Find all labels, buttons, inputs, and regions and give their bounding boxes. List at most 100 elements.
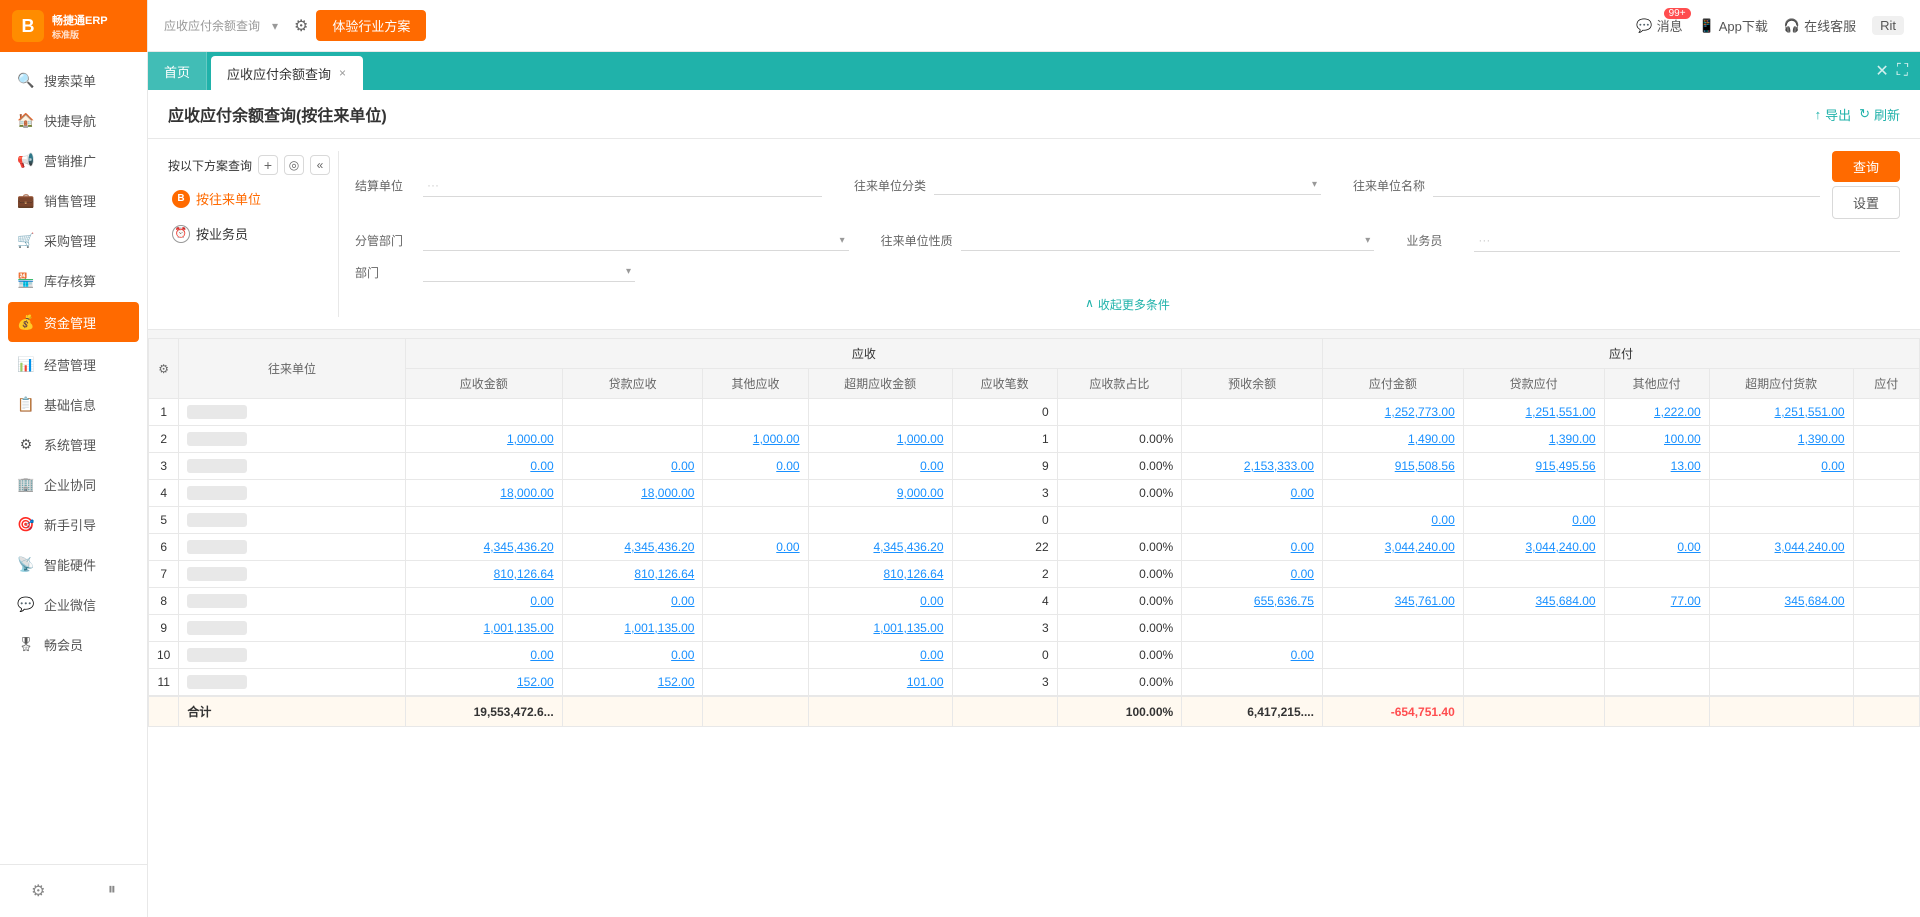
sidebar-item-search-menu[interactable]: 🔍 搜索菜单 [0,60,147,100]
partner-category-input[interactable]: ▾ [934,175,1321,195]
topbar-gear-icon[interactable]: ⚙ [294,16,308,36]
message-button[interactable]: 💬 消息 99+ [1636,16,1682,35]
data-cell[interactable]: 18,000.00 [405,480,562,507]
dept-manager-input[interactable]: ▾ [423,231,849,251]
data-cell[interactable]: 0.00 [405,588,562,615]
data-cell[interactable]: 0.00 [1604,534,1709,561]
data-cell[interactable]: 0.00 [1709,453,1853,480]
data-cell[interactable]: 0.00 [562,453,703,480]
data-cell[interactable]: 0.00 [703,534,808,561]
data-cell[interactable]: 2,153,333.00 [1182,453,1323,480]
data-cell[interactable]: 1,251,551.00 [1463,399,1604,426]
collapse-scheme-btn[interactable]: « [310,155,330,175]
data-cell[interactable]: 0.00 [1463,507,1604,534]
data-cell[interactable]: 1,390.00 [1463,426,1604,453]
settings-button[interactable]: 设置 [1832,186,1900,219]
partner-name-input[interactable] [1433,174,1820,197]
data-cell[interactable]: 3,044,240.00 [1709,534,1853,561]
salesperson-input[interactable]: ··· [1474,229,1900,252]
data-cell[interactable]: 3,044,240.00 [1322,534,1463,561]
table-settings-col[interactable]: ⚙ [149,339,179,399]
data-cell[interactable]: 915,495.56 [1463,453,1604,480]
tab-home[interactable]: 首页 [148,52,207,90]
user-profile[interactable]: Rit [1872,16,1904,35]
sidebar-item-marketing[interactable]: 📢 营销推广 [0,140,147,180]
department-input[interactable]: ▾ [423,262,635,282]
data-cell[interactable]: 345,684.00 [1709,588,1853,615]
settings-scheme-btn[interactable]: ◎ [284,155,304,175]
data-cell[interactable]: 0.00 [808,642,952,669]
data-cell[interactable]: 1,490.00 [1322,426,1463,453]
topbar-dropdown-icon[interactable]: ▾ [272,19,278,33]
data-cell[interactable]: 9,000.00 [808,480,952,507]
collapse-sidebar-btn[interactable]: ⏸ [100,877,124,905]
data-cell[interactable]: 4,345,436.20 [562,534,703,561]
data-cell[interactable]: 1,001,135.00 [808,615,952,642]
partner-nature-input[interactable]: ▾ [961,231,1375,251]
sidebar-item-guide[interactable]: 🎯 新手引导 [0,504,147,544]
data-cell[interactable]: 0.00 [1182,534,1323,561]
data-cell[interactable]: 0.00 [1182,561,1323,588]
data-cell[interactable]: 1,000.00 [808,426,952,453]
solution-button[interactable]: 体验行业方案 [316,10,426,41]
data-cell[interactable]: 100.00 [1604,426,1709,453]
sidebar-item-hardware[interactable]: 📡 智能硬件 [0,544,147,584]
query-type-by-staff[interactable]: ⏰ 按业务员 [168,218,330,249]
data-cell[interactable]: 1,001,135.00 [562,615,703,642]
sidebar-item-sales[interactable]: 💼 销售管理 [0,180,147,220]
data-cell[interactable]: 1,222.00 [1604,399,1709,426]
settlement-unit-input[interactable]: ··· [423,174,822,197]
settings-footer-btn[interactable]: ⚙ [23,877,53,905]
sidebar-item-enterprise[interactable]: 🏢 企业协同 [0,464,147,504]
data-cell[interactable]: 101.00 [808,669,952,697]
sidebar-item-warehouse[interactable]: 🏪 库存核算 [0,260,147,300]
sidebar-item-purchase[interactable]: 🛒 采购管理 [0,220,147,260]
data-cell[interactable]: 3,044,240.00 [1463,534,1604,561]
collapse-filter-btn[interactable]: ∧ 收起更多条件 [355,292,1900,317]
data-cell[interactable]: 0.00 [562,588,703,615]
sidebar-item-operations[interactable]: 📊 经营管理 [0,344,147,384]
data-cell[interactable]: 13.00 [1604,453,1709,480]
data-cell[interactable]: 810,126.64 [405,561,562,588]
data-cell[interactable]: 1,390.00 [1709,426,1853,453]
data-cell[interactable]: 4,345,436.20 [405,534,562,561]
tab-close-icon[interactable]: × [339,66,346,80]
data-cell[interactable]: 0.00 [562,642,703,669]
data-cell[interactable]: 18,000.00 [562,480,703,507]
query-type-by-unit[interactable]: B 按往来单位 [168,183,330,214]
data-cell[interactable]: 0.00 [1322,507,1463,534]
data-cell[interactable]: 0.00 [405,642,562,669]
data-cell[interactable]: 810,126.64 [808,561,952,588]
data-cell[interactable]: 152.00 [562,669,703,697]
data-cell[interactable]: 0.00 [1182,480,1323,507]
data-cell[interactable]: 0.00 [405,453,562,480]
query-button[interactable]: 查询 [1832,151,1900,182]
tab-ar-ap[interactable]: 应收应付余额查询 × [211,56,363,90]
data-cell[interactable]: 1,251,551.00 [1709,399,1853,426]
data-cell[interactable]: 0.00 [1182,642,1323,669]
sidebar-item-wechat[interactable]: 💬 企业微信 [0,584,147,624]
app-download-button[interactable]: 📱 App下载 [1699,16,1768,35]
data-cell[interactable]: 1,000.00 [405,426,562,453]
data-cell[interactable]: 152.00 [405,669,562,697]
data-cell[interactable]: 1,000.00 [703,426,808,453]
data-cell[interactable]: 77.00 [1604,588,1709,615]
data-cell[interactable]: 345,684.00 [1463,588,1604,615]
tab-close-all-icon[interactable]: ✕ [1875,61,1888,81]
online-service-button[interactable]: 🎧 在线客服 [1784,16,1856,35]
data-cell[interactable]: 0.00 [703,453,808,480]
add-scheme-btn[interactable]: + [258,155,278,175]
tab-fullscreen-icon[interactable]: ⛶ [1897,62,1908,80]
data-cell[interactable]: 655,636.75 [1182,588,1323,615]
sidebar-item-finance[interactable]: 💰 资金管理 [8,302,139,342]
sidebar-item-member[interactable]: 🎖 畅会员 [0,624,147,664]
sidebar-item-basic-info[interactable]: 📋 基础信息 [0,384,147,424]
sidebar-item-system[interactable]: ⚙ 系统管理 [0,424,147,464]
data-cell[interactable]: 810,126.64 [562,561,703,588]
refresh-button[interactable]: ↻ 刷新 [1859,105,1900,124]
export-button[interactable]: ↑ 导出 [1815,105,1852,124]
data-cell[interactable]: 1,001,135.00 [405,615,562,642]
data-cell[interactable]: 1,252,773.00 [1322,399,1463,426]
data-cell[interactable]: 915,508.56 [1322,453,1463,480]
data-cell[interactable]: 0.00 [808,588,952,615]
